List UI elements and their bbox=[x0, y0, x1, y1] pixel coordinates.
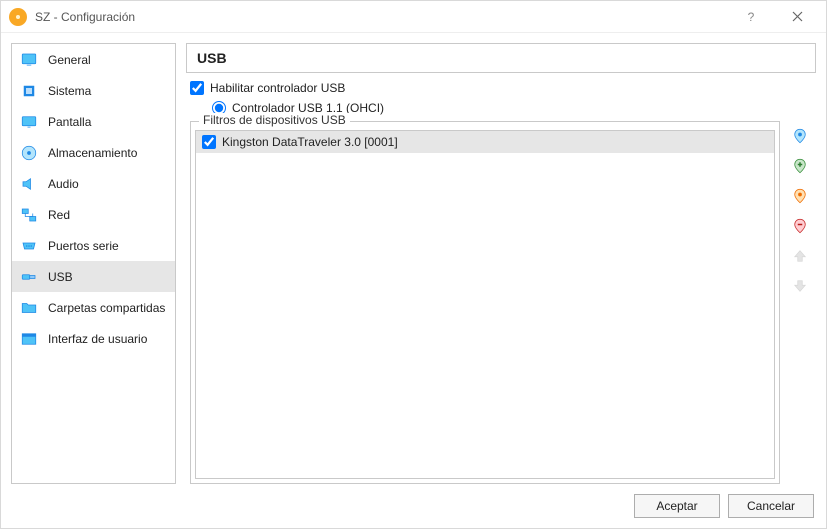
sidebar-item-label: Carpetas compartidas bbox=[48, 301, 165, 315]
app-icon bbox=[9, 8, 27, 26]
sidebar-item-audio[interactable]: Audio bbox=[12, 168, 175, 199]
help-button[interactable]: ? bbox=[728, 1, 774, 33]
serial-port-icon bbox=[20, 237, 38, 255]
move-down-icon bbox=[789, 275, 811, 297]
ui-icon bbox=[20, 330, 38, 348]
sidebar-item-system[interactable]: Sistema bbox=[12, 75, 175, 106]
sidebar-item-label: Pantalla bbox=[48, 115, 91, 129]
sidebar-item-serial[interactable]: Puertos serie bbox=[12, 230, 175, 261]
sidebar-item-network[interactable]: Red bbox=[12, 199, 175, 230]
sidebar-item-label: Sistema bbox=[48, 84, 91, 98]
sidebar-item-general[interactable]: General bbox=[12, 44, 175, 75]
device-filter-label: Kingston DataTraveler 3.0 [0001] bbox=[222, 135, 398, 149]
enable-usb-row[interactable]: Habilitar controlador USB bbox=[190, 81, 814, 95]
monitor-icon bbox=[20, 51, 38, 69]
sidebar-item-shared-folders[interactable]: Carpetas compartidas bbox=[12, 292, 175, 323]
sidebar-item-label: Red bbox=[48, 208, 70, 222]
sidebar-item-label: USB bbox=[48, 270, 73, 284]
window-title: SZ - Configuración bbox=[35, 10, 135, 24]
cancel-button-label: Cancelar bbox=[747, 499, 795, 513]
add-empty-filter-icon[interactable] bbox=[789, 125, 811, 147]
main-panel: USB Habilitar controlador USB Controlado… bbox=[186, 43, 816, 484]
sidebar-item-label: General bbox=[48, 53, 91, 67]
enable-usb-checkbox[interactable] bbox=[190, 81, 204, 95]
edit-filter-icon[interactable] bbox=[789, 185, 811, 207]
sidebar-item-label: Puertos serie bbox=[48, 239, 119, 253]
remove-filter-icon[interactable] bbox=[789, 215, 811, 237]
device-filter-list[interactable]: Kingston DataTraveler 3.0 [0001] bbox=[195, 130, 775, 479]
chip-icon bbox=[20, 82, 38, 100]
sidebar-item-usb[interactable]: USB bbox=[12, 261, 175, 292]
speaker-icon bbox=[20, 175, 38, 193]
title-bar: SZ - Configuración ? bbox=[1, 1, 826, 33]
sidebar-item-display[interactable]: Pantalla bbox=[12, 106, 175, 137]
main-heading: USB bbox=[186, 43, 816, 73]
device-filters-fieldset: Filtros de dispositivos USB Kingston Dat… bbox=[190, 121, 780, 484]
disk-icon bbox=[20, 144, 38, 162]
enable-usb-label: Habilitar controlador USB bbox=[210, 81, 345, 95]
display-icon bbox=[20, 113, 38, 131]
sidebar-item-label: Audio bbox=[48, 177, 79, 191]
network-icon bbox=[20, 206, 38, 224]
filter-toolbar bbox=[786, 121, 814, 484]
device-filter-checkbox[interactable] bbox=[202, 135, 216, 149]
folder-icon bbox=[20, 299, 38, 317]
move-up-icon bbox=[789, 245, 811, 267]
sidebar-item-label: Almacenamiento bbox=[48, 146, 137, 160]
device-filter-row[interactable]: Kingston DataTraveler 3.0 [0001] bbox=[196, 131, 774, 153]
sidebar-item-ui[interactable]: Interfaz de usuario bbox=[12, 323, 175, 354]
ok-button[interactable]: Aceptar bbox=[634, 494, 720, 518]
usb-icon bbox=[20, 268, 38, 286]
add-from-device-icon[interactable] bbox=[789, 155, 811, 177]
ok-button-label: Aceptar bbox=[656, 499, 697, 513]
dialog-footer: Aceptar Cancelar bbox=[1, 484, 826, 528]
fieldset-legend: Filtros de dispositivos USB bbox=[199, 113, 350, 127]
sidebar: General Sistema Pantalla Almacenamiento … bbox=[11, 43, 176, 484]
close-button[interactable] bbox=[774, 1, 820, 33]
sidebar-item-label: Interfaz de usuario bbox=[48, 332, 147, 346]
sidebar-item-storage[interactable]: Almacenamiento bbox=[12, 137, 175, 168]
cancel-button[interactable]: Cancelar bbox=[728, 494, 814, 518]
